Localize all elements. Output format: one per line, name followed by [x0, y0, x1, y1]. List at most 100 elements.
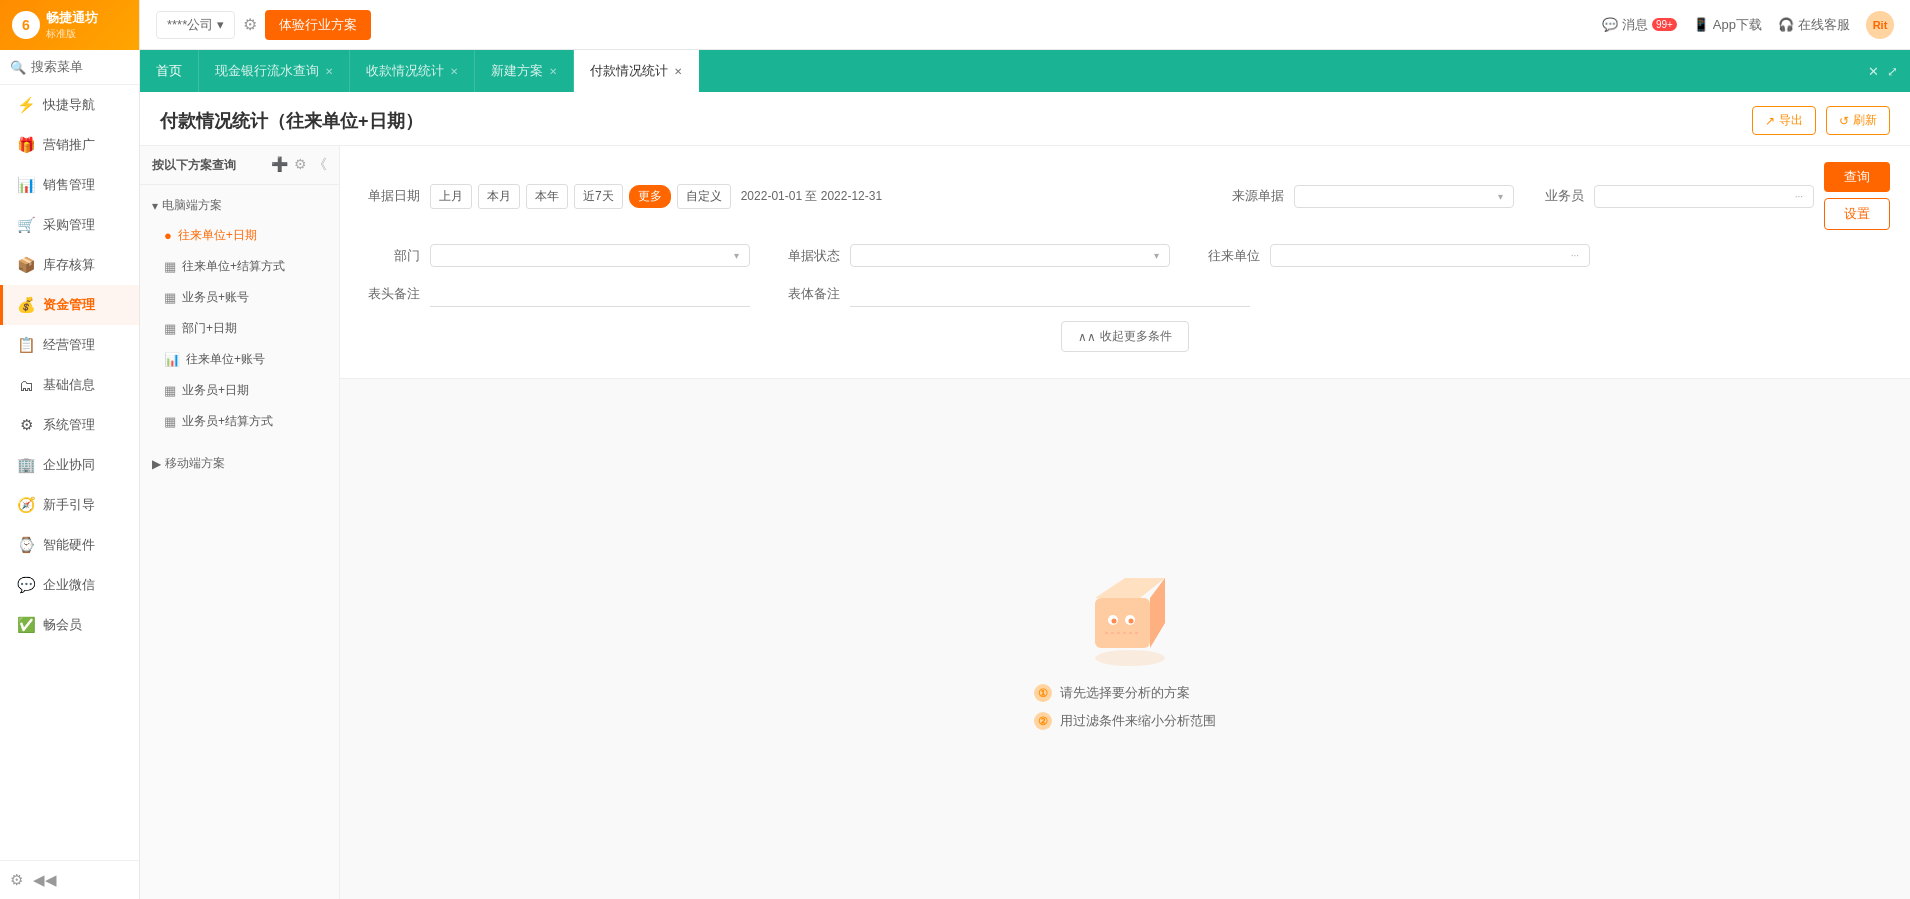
scheme-item-dept-date[interactable]: ▦ 部门+日期 [140, 313, 339, 344]
empty-hint-1: ① 请先选择要分析的方案 [1034, 684, 1216, 702]
sidebar-item-label: 新手引导 [43, 496, 95, 514]
sidebar-search[interactable]: 🔍 搜索菜单 [0, 50, 139, 85]
scheme-mobile-group-title[interactable]: ▶ 移动端方案 [140, 449, 339, 478]
tab-home[interactable]: 首页 [140, 50, 199, 92]
marketing-icon: 🎁 [17, 136, 35, 154]
page-actions: ↗ 导出 ↺ 刷新 [1752, 106, 1890, 135]
sidebar-item-finance[interactable]: 💰 资金管理 [0, 285, 139, 325]
svg-point-7 [1129, 619, 1134, 624]
scheme-header-label: 按以下方案查询 [152, 157, 236, 174]
close-all-icon[interactable]: ✕ [1868, 64, 1879, 79]
scheme-item-counterpart-date[interactable]: ● 往来单位+日期 [140, 220, 339, 251]
payment-tab-close[interactable]: ✕ [674, 66, 682, 77]
user-avatar[interactable]: Rit [1866, 11, 1894, 39]
sidebar-item-marketing[interactable]: 🎁 营销推广 [0, 125, 139, 165]
company-dropdown-icon: ▾ [217, 17, 224, 32]
doc-status-arrow: ▾ [1154, 250, 1159, 261]
tab-new-scheme[interactable]: 新建方案 ✕ [475, 50, 574, 92]
expand-icon[interactable]: ⤢ [1887, 64, 1898, 79]
scheme-item-icon-3: ▦ [164, 321, 176, 336]
scheme-panel: 按以下方案查询 ➕ ⚙ 《 ▾ 电脑端方案 ● 往来单位+日期 [140, 146, 340, 899]
doc-status-select[interactable]: ▾ [850, 244, 1170, 267]
date-btn-this-year[interactable]: 本年 [526, 184, 568, 209]
scheme-collapse-btn[interactable]: 《 [313, 156, 327, 174]
sidebar-item-base[interactable]: 🗂 基础信息 [0, 365, 139, 405]
collapse-btn[interactable]: ∧∧ 收起更多条件 [1061, 321, 1189, 352]
export-icon: ↗ [1765, 114, 1775, 128]
dept-select[interactable]: ▾ [430, 244, 750, 267]
new-scheme-tab-close[interactable]: ✕ [549, 66, 557, 77]
scheme-desktop-group: ▾ 电脑端方案 ● 往来单位+日期 ▦ 往来单位+结算方式 ▦ 业务员+账号 [140, 185, 339, 443]
settings-bottom-icon[interactable]: ⚙ [10, 871, 23, 889]
hardware-icon: ⌚ [17, 536, 35, 554]
scheme-settings-btn[interactable]: ⚙ [294, 156, 307, 174]
purchase-icon: 🛒 [17, 216, 35, 234]
sidebar-item-quick-nav[interactable]: ⚡ 快捷导航 [0, 85, 139, 125]
dept-arrow: ▾ [734, 250, 739, 261]
search-icon: 🔍 [10, 60, 26, 75]
staff-label: 业务员 [1524, 187, 1584, 205]
scheme-item-icon-2: ▦ [164, 290, 176, 305]
sidebar-item-label: 营销推广 [43, 136, 95, 154]
table-header-note-input[interactable] [430, 281, 750, 307]
sidebar-item-label: 销售管理 [43, 176, 95, 194]
counterpart-select[interactable]: ··· [1270, 244, 1590, 267]
sidebar-item-member[interactable]: ✅ 畅会员 [0, 605, 139, 645]
wechat-icon: 💬 [17, 576, 35, 594]
empty-hint-2: ② 用过滤条件来缩小分析范围 [1034, 712, 1216, 730]
scheme-item-staff-settle[interactable]: ▦ 业务员+结算方式 [140, 406, 339, 437]
source-doc-select[interactable]: ▾ [1294, 185, 1514, 208]
date-btn-last-7days[interactable]: 近7天 [574, 184, 623, 209]
date-btn-more[interactable]: 更多 [629, 185, 671, 208]
hint-num-1: ① [1034, 684, 1052, 702]
sidebar-item-purchase[interactable]: 🛒 采购管理 [0, 205, 139, 245]
receipt-tab-label: 收款情况统计 [366, 62, 444, 80]
sidebar-item-sales[interactable]: 📊 销售管理 [0, 165, 139, 205]
scheme-add-btn[interactable]: ➕ [271, 156, 288, 174]
app-download-btn[interactable]: 📱 App下载 [1693, 16, 1762, 34]
scheme-item-counterpart-settle[interactable]: ▦ 往来单位+结算方式 [140, 251, 339, 282]
scheme-header: 按以下方案查询 ➕ ⚙ 《 [140, 146, 339, 185]
date-btn-last-month[interactable]: 上月 [430, 184, 472, 209]
company-selector[interactable]: ****公司 ▾ [156, 11, 235, 39]
receipt-tab-close[interactable]: ✕ [450, 66, 458, 77]
sidebar-bottom: ⚙ ◀◀ [0, 860, 139, 899]
sidebar-item-wechat[interactable]: 💬 企业微信 [0, 565, 139, 605]
sidebar-nav: ⚡ 快捷导航 🎁 营销推广 📊 销售管理 🛒 采购管理 📦 库存核算 💰 资金管… [0, 85, 139, 860]
scheme-item-counterpart-account[interactable]: 📊 往来单位+账号 [140, 344, 339, 375]
finance-icon: 💰 [17, 296, 35, 314]
trial-btn[interactable]: 体验行业方案 [265, 10, 371, 40]
topbar-right: 💬 消息 99+ 📱 App下载 🎧 在线客服 Rit [1602, 11, 1894, 39]
messages-btn[interactable]: 💬 消息 99+ [1602, 16, 1677, 34]
query-btn[interactable]: 查询 [1824, 162, 1890, 192]
empty-texts: ① 请先选择要分析的方案 ② 用过滤条件来缩小分析范围 [1034, 684, 1216, 730]
collapse-sidebar-icon[interactable]: ◀◀ [33, 871, 57, 889]
sidebar-item-system[interactable]: ⚙ 系统管理 [0, 405, 139, 445]
bank-tab-label: 现金银行流水查询 [215, 62, 319, 80]
page-title-row: 付款情况统计（往来单位+日期） ↗ 导出 ↺ 刷新 [160, 106, 1890, 135]
scheme-item-staff-date[interactable]: ▦ 业务员+日期 [140, 375, 339, 406]
tab-bank[interactable]: 现金银行流水查询 ✕ [199, 50, 350, 92]
date-btn-custom[interactable]: 自定义 [677, 184, 731, 209]
tab-payment-stat[interactable]: 付款情况统计 ✕ [574, 50, 699, 92]
date-range-display: 2022-01-01 至 2022-12-31 [741, 188, 882, 205]
export-btn[interactable]: ↗ 导出 [1752, 106, 1816, 135]
bank-tab-close[interactable]: ✕ [325, 66, 333, 77]
home-tab-label: 首页 [156, 62, 182, 80]
tab-receipt[interactable]: 收款情况统计 ✕ [350, 50, 475, 92]
staff-select[interactable]: ··· [1594, 185, 1814, 208]
sidebar-item-inventory[interactable]: 📦 库存核算 [0, 245, 139, 285]
sidebar-item-guide[interactable]: 🧭 新手引导 [0, 485, 139, 525]
topbar-settings-icon[interactable]: ⚙ [243, 15, 257, 34]
filter-setting-btn[interactable]: 设置 [1824, 198, 1890, 230]
sidebar-item-hardware[interactable]: ⌚ 智能硬件 [0, 525, 139, 565]
table-body-note-input[interactable] [850, 281, 1250, 307]
scheme-item-staff-account[interactable]: ▦ 业务员+账号 [140, 282, 339, 313]
date-btn-this-month[interactable]: 本月 [478, 184, 520, 209]
online-service-btn[interactable]: 🎧 在线客服 [1778, 16, 1850, 34]
sidebar-item-operation[interactable]: 📋 经营管理 [0, 325, 139, 365]
empty-cube-svg [1065, 548, 1185, 668]
refresh-btn[interactable]: ↺ 刷新 [1826, 106, 1890, 135]
sidebar-item-corp[interactable]: 🏢 企业协同 [0, 445, 139, 485]
scheme-desktop-group-title[interactable]: ▾ 电脑端方案 [140, 191, 339, 220]
